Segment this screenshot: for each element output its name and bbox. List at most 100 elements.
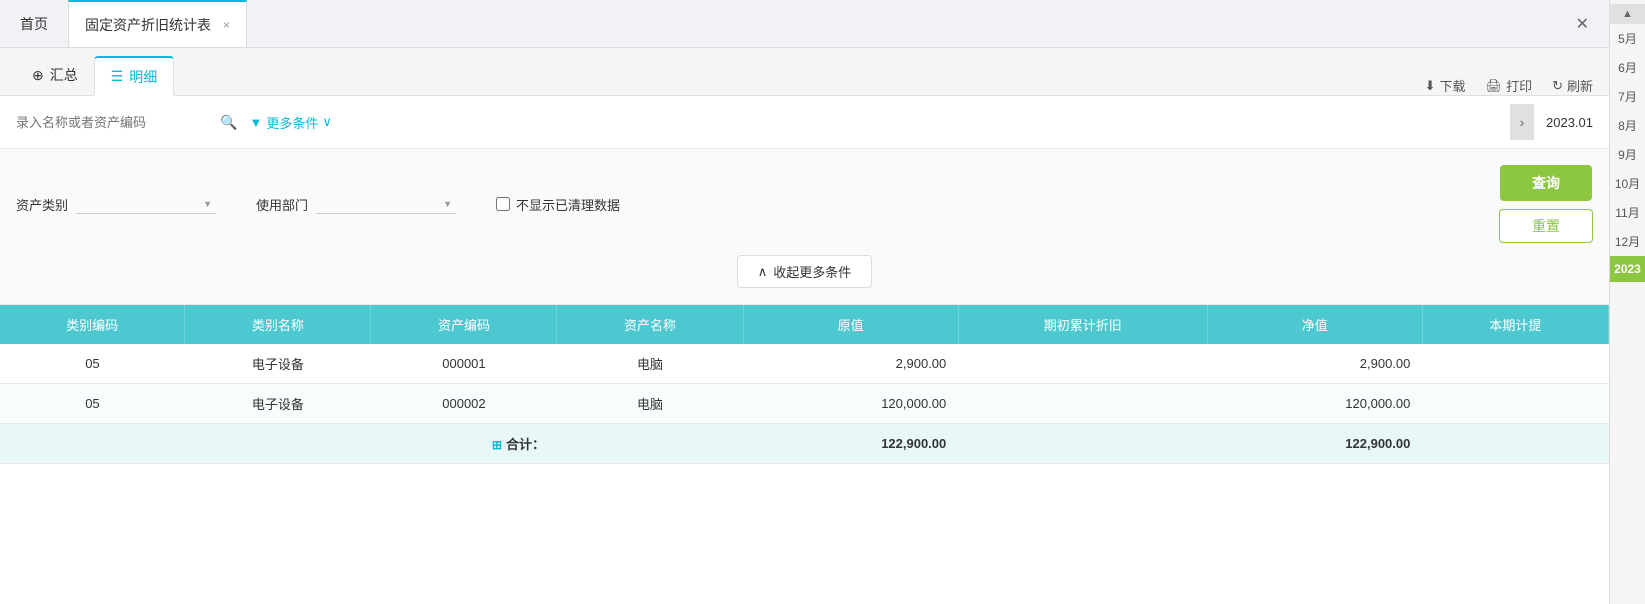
tab-home[interactable]: 首页 <box>0 0 68 47</box>
filter-actions: 查询 重置 <box>1499 165 1593 243</box>
refresh-icon: ↻ <box>1552 78 1563 94</box>
filter-more-btn[interactable]: ▼ 更多条件 ∨ <box>249 113 331 132</box>
table-wrapper: 类别编码 类别名称 资产编码 资产名称 原值 期初累计折旧 净值 本期计提 05… <box>0 305 1609 604</box>
hide-cleared-checkbox[interactable] <box>496 197 510 211</box>
sidebar-month-item[interactable]: 6月 <box>1611 53 1644 82</box>
tab-detail[interactable]: ☰ 明细 <box>94 56 175 96</box>
filter-label: 更多条件 <box>266 113 318 132</box>
tab-summary[interactable]: ⊕ 汇总 <box>16 55 94 95</box>
filter-row: 资产类别 使用部门 <box>16 165 1593 243</box>
tab-close-btn[interactable]: × <box>223 18 230 32</box>
download-label: 下载 <box>1440 76 1466 95</box>
hide-cleared-checkbox-item: 不显示已清理数据 <box>496 195 620 214</box>
summary-icon: ⊕ <box>32 67 44 84</box>
refresh-label: 刷新 <box>1567 76 1593 95</box>
cell-asset-code: 000001 <box>371 344 557 384</box>
search-icon: 🔍 <box>220 114 237 131</box>
search-input-wrapper: 🔍 <box>16 114 237 131</box>
table-row: 05 电子设备 000001 电脑 2,900.00 2,900.00 <box>0 344 1609 384</box>
asset-category-select-wrapper <box>76 194 216 214</box>
cell-accumulated-dep <box>958 384 1207 424</box>
sidebar-nav-up-btn[interactable]: ▲ <box>1610 4 1645 24</box>
active-tab-label: 固定资产折旧统计表 <box>85 15 211 35</box>
filter-icon: ▼ <box>249 115 262 130</box>
total-icon: ⊞ <box>492 438 502 452</box>
download-icon: ⬇ <box>1425 78 1436 94</box>
print-label: 打印 <box>1506 76 1532 95</box>
asset-category-filter: 资产类别 <box>16 194 216 214</box>
sidebar-month-item[interactable]: 7月 <box>1611 82 1644 111</box>
table-row: 05 电子设备 000002 电脑 120,000.00 120,000.00 <box>0 384 1609 424</box>
toolbar-right: ⬇ 下载 🖨 打印 ↻ 刷新 <box>1425 76 1593 95</box>
sub-tab-bar: ⊕ 汇总 ☰ 明细 ⬇ 下载 🖨 打印 ↻ 刷新 <box>0 48 1609 96</box>
sidebar-month-item[interactable]: 5月 <box>1611 24 1644 53</box>
cell-current-dep <box>1422 384 1608 424</box>
col-header-category-code: 类别编码 <box>0 305 185 344</box>
cell-category-name: 电子设备 <box>185 344 371 384</box>
col-header-asset-code: 资产编码 <box>371 305 557 344</box>
tab-detail-label: 明细 <box>129 67 157 87</box>
tab-summary-label: 汇总 <box>50 65 78 85</box>
detail-icon: ☰ <box>111 68 124 85</box>
cell-asset-name: 电脑 <box>557 384 743 424</box>
department-select-wrapper <box>316 194 456 214</box>
cell-original-value: 2,900.00 <box>743 344 958 384</box>
sidebar-month-item[interactable]: 8月 <box>1611 111 1644 140</box>
col-header-asset-name: 资产名称 <box>557 305 743 344</box>
sidebar-month-item[interactable]: 9月 <box>1611 140 1644 169</box>
download-btn[interactable]: ⬇ 下载 <box>1425 76 1466 95</box>
cell-category-code: 05 <box>0 344 185 384</box>
filter-chevron-icon: ∨ <box>322 114 332 130</box>
total-original-value: 122,900.00 <box>743 424 958 464</box>
query-btn[interactable]: 查询 <box>1500 165 1592 201</box>
cell-net-value: 2,900.00 <box>1207 344 1422 384</box>
date-label: 2023.01 <box>1546 115 1593 130</box>
reset-btn[interactable]: 重置 <box>1499 209 1593 243</box>
hide-cleared-label: 不显示已清理数据 <box>516 195 620 214</box>
filter-area: 资产类别 使用部门 <box>0 149 1609 305</box>
cell-accumulated-dep <box>958 344 1207 384</box>
cell-asset-name: 电脑 <box>557 344 743 384</box>
asset-category-label: 资产类别 <box>16 195 68 214</box>
print-btn[interactable]: 🖨 打印 <box>1486 76 1533 95</box>
sidebar-month-item[interactable]: 10月 <box>1611 169 1644 198</box>
print-icon: 🖨 <box>1486 78 1503 94</box>
total-asset-name <box>557 424 743 464</box>
search-bar: 🔍 ▼ 更多条件 ∨ › 2023.01 <box>0 96 1609 149</box>
collapse-more-btn[interactable]: ∧ 收起更多条件 <box>737 255 873 288</box>
content-wrapper: ⊕ 汇总 ☰ 明细 ⬇ 下载 🖨 打印 ↻ 刷新 <box>0 48 1609 604</box>
col-header-net-value: 净值 <box>1207 305 1422 344</box>
asset-category-select[interactable] <box>76 194 216 214</box>
data-table: 类别编码 类别名称 资产编码 资产名称 原值 期初累计折旧 净值 本期计提 05… <box>0 305 1609 464</box>
col-header-category-name: 类别名称 <box>185 305 371 344</box>
cell-asset-code: 000002 <box>371 384 557 424</box>
total-current-dep <box>1422 424 1608 464</box>
sidebar-month-item[interactable]: 11月 <box>1611 198 1644 227</box>
total-label: ⊞合计： <box>185 424 557 464</box>
tab-bar: 首页 固定资产折旧统计表 × ✕ <box>0 0 1609 48</box>
total-row: ⊞合计： 122,900.00 122,900.00 <box>0 424 1609 464</box>
total-net-value: 122,900.00 <box>1207 424 1422 464</box>
col-header-current-dep: 本期计提 <box>1422 305 1608 344</box>
col-header-accumulated-dep: 期初累计折旧 <box>958 305 1207 344</box>
cell-net-value: 120,000.00 <box>1207 384 1422 424</box>
collapse-label: 收起更多条件 <box>773 262 851 281</box>
total-icon-cell <box>0 424 185 464</box>
department-select[interactable] <box>316 194 456 214</box>
cell-current-dep <box>1422 344 1608 384</box>
total-accumulated-dep <box>958 424 1207 464</box>
right-sidebar: ▲ 5月6月7月8月9月10月11月12月 2023 <box>1609 0 1645 604</box>
window-close-btn[interactable]: ✕ <box>1556 0 1609 47</box>
cell-original-value: 120,000.00 <box>743 384 958 424</box>
department-filter: 使用部门 <box>256 194 456 214</box>
col-header-original-value: 原值 <box>743 305 958 344</box>
sidebar-month-item[interactable]: 12月 <box>1611 227 1644 256</box>
sidebar-year-active[interactable]: 2023 <box>1610 256 1645 282</box>
cell-category-name: 电子设备 <box>185 384 371 424</box>
cell-category-code: 05 <box>0 384 185 424</box>
collapse-icon: ∧ <box>758 264 768 280</box>
search-input[interactable] <box>16 115 216 130</box>
refresh-btn[interactable]: ↻ 刷新 <box>1552 76 1593 95</box>
tab-active[interactable]: 固定资产折旧统计表 × <box>68 0 247 47</box>
expand-arrow-btn[interactable]: › <box>1510 104 1534 140</box>
